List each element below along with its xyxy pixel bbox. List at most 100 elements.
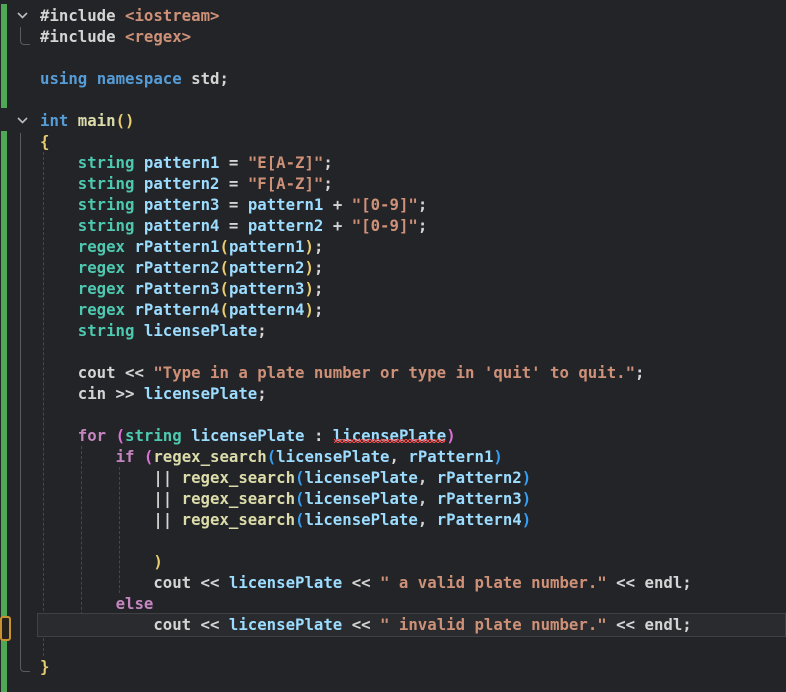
- code-token: rPattern1: [408, 447, 494, 466]
- code-token: ): [521, 489, 532, 508]
- code-line[interactable]: regex rPattern1(pattern1);: [0, 236, 786, 257]
- code-line[interactable]: [0, 404, 786, 425]
- code-line[interactable]: regex rPattern4(pattern4);: [0, 299, 786, 320]
- code-line[interactable]: if (regex_search(licensePlate, rPattern1…: [0, 446, 786, 467]
- code-line[interactable]: [0, 47, 786, 68]
- code-line[interactable]: string pattern4 = pattern2 + "[0-9]";: [0, 215, 786, 236]
- code-token: ;: [323, 174, 333, 193]
- code-token: string: [77, 216, 135, 235]
- code-token: ): [521, 510, 532, 529]
- code-token: ): [493, 447, 503, 466]
- code-token: =: [219, 216, 248, 235]
- code-line[interactable]: || regex_search(licensePlate, rPattern2): [0, 467, 786, 488]
- code-line[interactable]: [0, 341, 786, 362]
- code-token: pattern2: [228, 258, 305, 277]
- string-literal: "[0-9]": [351, 195, 418, 214]
- code-token: ;: [313, 258, 324, 277]
- code-token: cout <<: [40, 363, 154, 382]
- code-token: rPattern4: [436, 510, 522, 529]
- code-token: int: [40, 111, 69, 130]
- string-literal: <iostream>: [125, 6, 220, 25]
- code-line[interactable]: #include <regex>: [0, 26, 786, 47]
- code-line[interactable]: cout << licensePlate << " invalid plate …: [0, 614, 786, 635]
- code-token: (: [219, 279, 229, 298]
- code-token: =: [219, 153, 248, 172]
- code-line[interactable]: string pattern1 = "E[A-Z]";: [0, 152, 786, 173]
- code-line[interactable]: else: [0, 593, 786, 614]
- code-line[interactable]: || regex_search(licensePlate, rPattern4): [0, 509, 786, 530]
- code-token: (: [219, 300, 229, 319]
- code-token: regex_search: [153, 447, 267, 466]
- string-literal: "E[A-Z]": [247, 153, 324, 172]
- code-token: ||: [40, 489, 182, 508]
- string-literal: " a valid plate number.": [380, 573, 607, 592]
- code-token: regex_search: [181, 510, 296, 529]
- code-line[interactable]: using namespace std;: [0, 68, 786, 89]
- code-token: pattern3: [143, 195, 220, 214]
- code-line[interactable]: cout << "Type in a plate number or type …: [0, 362, 786, 383]
- code-editor[interactable]: #include <iostream> #include <regex> using…: [0, 0, 786, 692]
- code-token: ;: [417, 216, 428, 235]
- code-token: ): [304, 258, 314, 277]
- code-line[interactable]: cout << licensePlate << " a valid plate …: [0, 572, 786, 593]
- code-token: <<: [342, 573, 381, 592]
- code-token: ;: [257, 321, 267, 340]
- code-line[interactable]: ): [0, 551, 786, 572]
- code-token: ): [446, 426, 456, 445]
- code-line[interactable]: || regex_search(licensePlate, rPattern3): [0, 488, 786, 509]
- code-token: ||: [40, 468, 182, 487]
- code-token: +: [323, 195, 352, 214]
- code-line[interactable]: regex rPattern3(pattern3);: [0, 278, 786, 299]
- code-token: }: [40, 657, 50, 676]
- code-token: ;: [417, 195, 428, 214]
- code-token: ;: [313, 237, 324, 256]
- code-token: string: [77, 174, 135, 193]
- code-line[interactable]: string pattern2 = "F[A-Z]";: [0, 173, 786, 194]
- code-line[interactable]: string licensePlate;: [0, 320, 786, 341]
- code-token: cout <<: [40, 615, 229, 634]
- code-token: cout <<: [40, 573, 229, 592]
- code-token: pattern4: [143, 216, 220, 235]
- code-line[interactable]: #include <iostream>: [0, 5, 786, 26]
- code-line[interactable]: [0, 635, 786, 656]
- code-token: std;: [181, 69, 229, 88]
- code-token: regex: [77, 258, 126, 277]
- code-line[interactable]: string pattern3 = pattern1 + "[0-9]";: [0, 194, 786, 215]
- code-token: pattern4: [228, 300, 305, 319]
- code-line[interactable]: cin >> licensePlate;: [0, 383, 786, 404]
- code-token: ,: [417, 489, 437, 508]
- code-token: using: [40, 69, 88, 88]
- code-line[interactable]: {: [0, 131, 786, 152]
- code-line[interactable]: }: [0, 656, 786, 677]
- code-token: licensePlate: [304, 468, 418, 487]
- code-token: licensePlate: [143, 384, 258, 403]
- code-token: ;: [323, 153, 333, 172]
- code-token: rPattern4: [134, 300, 220, 319]
- code-line[interactable]: regex rPattern2(pattern2);: [0, 257, 786, 278]
- code-line[interactable]: [0, 89, 786, 110]
- code-token: ,: [417, 468, 437, 487]
- code-line[interactable]: for (string licensePlate : licensePlate): [0, 425, 786, 446]
- code-line[interactable]: int main(): [0, 110, 786, 131]
- code-token: ): [304, 237, 314, 256]
- code-token: (): [115, 111, 135, 130]
- code-token: namespace: [96, 69, 182, 88]
- code-token: {: [40, 132, 50, 151]
- code-line[interactable]: [0, 530, 786, 551]
- code-token: pattern1: [143, 153, 220, 172]
- code-token: licensePlate: [143, 321, 258, 340]
